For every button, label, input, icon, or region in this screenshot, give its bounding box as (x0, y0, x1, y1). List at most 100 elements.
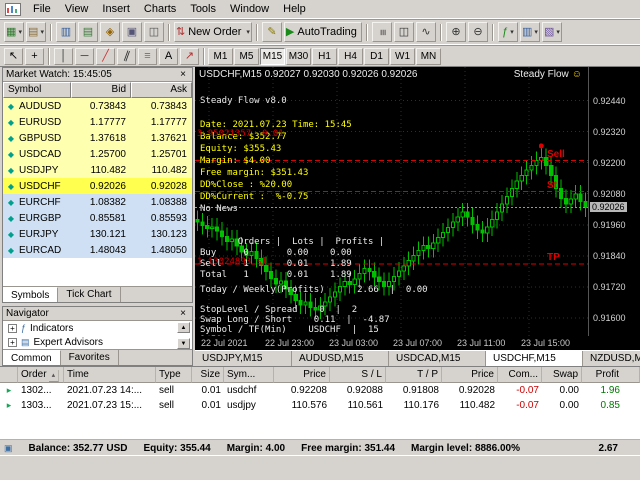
chart-candles-button[interactable]: ◫ (393, 22, 414, 42)
time-axis[interactable]: 22 Jul 2021 22 Jul 23:00 23 Jul 03:00 23 Ju… (195, 336, 640, 350)
new-chart-button[interactable]: ▦ ▾ (4, 22, 24, 42)
market-watch-row-eurjpy[interactable]: ◆ EURJPY 130.121 130.123 (3, 226, 192, 242)
market-watch-row-eurchf[interactable]: ◆ EURCHF 1.08382 1.08388 (3, 194, 192, 210)
market-watch-row-eurgbp[interactable]: ◆ EURGBP 0.85581 0.85593 (3, 210, 192, 226)
timeframe-m15-button[interactable]: M15 (260, 47, 285, 65)
new-order-button[interactable]: ⇅ New Order ▾ (174, 22, 252, 42)
terminal-button[interactable]: ▣ (122, 22, 142, 42)
market-watch-button[interactable]: ▥ (56, 22, 76, 42)
expander-icon[interactable]: + (8, 337, 17, 347)
timeframe-w1-button[interactable]: W1 (390, 47, 415, 65)
column-header-price[interactable]: Price (442, 367, 498, 383)
profiles-button[interactable]: ▤ ▾ (26, 22, 46, 42)
data-window-button[interactable]: ▤ (78, 22, 98, 42)
timeframe-d1-button[interactable]: D1 (364, 47, 389, 65)
chart-tab-nzdusd-m15[interactable]: NZDUSD,M15 (583, 351, 640, 366)
column-header-ask[interactable]: Ask (131, 82, 192, 98)
chart-bars-button[interactable]: ≡ (371, 22, 392, 42)
market-watch-row-gbpusd[interactable]: ◆ GBPUSD 1.37618 1.37621 (3, 130, 192, 146)
column-header-com[interactable]: Com... (498, 367, 542, 383)
close-icon[interactable]: × (177, 308, 189, 319)
market-watch-row-audusd[interactable]: ◆ AUDUSD 0.73843 0.73843 (3, 98, 192, 114)
menu-tools[interactable]: Tools (183, 1, 223, 17)
menu-insert[interactable]: Insert (95, 1, 137, 17)
navigator-tree: + ƒ Indicators + ▤ Expert Advisors (3, 321, 192, 349)
templates-button[interactable]: ▧ ▾ (541, 22, 562, 42)
navigator-tab-common[interactable]: Common (3, 350, 61, 365)
expander-icon[interactable]: + (8, 323, 17, 333)
text-button[interactable]: A (159, 47, 178, 65)
timeframe-m1-button[interactable]: M1 (208, 47, 233, 65)
menu-help[interactable]: Help (276, 1, 313, 17)
equidistant-channel-button[interactable]: ∥ (117, 47, 136, 65)
menu-file[interactable]: File (26, 1, 58, 17)
column-header-icon[interactable] (0, 367, 18, 383)
navigator-item-expert-advisors[interactable]: + ▤ Expert Advisors (3, 335, 192, 349)
trade-row-1302[interactable]: ▸ 1302... 2021.07.23 14:... sell 0.01 usdchf 0… (0, 383, 640, 398)
chart-tab-usdchf-m15[interactable]: USDCHF,M15 (486, 351, 583, 366)
market-watch-row-eurusd[interactable]: ◆ EURUSD 1.17777 1.17777 (3, 114, 192, 130)
zoom-out-button[interactable]: ⊖ (467, 22, 488, 42)
timeframe-h1-button[interactable]: H1 (312, 47, 337, 65)
market-watch-row-usdchf[interactable]: ◆ USDCHF 0.92026 0.92028 (3, 178, 192, 194)
price-scale-tick: 0.91600 (593, 312, 626, 323)
column-header-price[interactable]: Price (274, 367, 330, 383)
menu-charts[interactable]: Charts (137, 1, 183, 17)
indicators-icon: ƒ (502, 25, 509, 38)
market-watch-row-usdjpy[interactable]: ◆ USDJPY 110.482 110.482 (3, 162, 192, 178)
navigator-tab-favorites[interactable]: Favorites (61, 350, 119, 365)
column-header-symbol[interactable]: Symbol (3, 82, 71, 98)
timeframe-m5-button[interactable]: M5 (234, 47, 259, 65)
autotrading-button[interactable]: ▶ AutoTrading (283, 22, 362, 42)
periods-button[interactable]: ▥ ▾ (519, 22, 540, 42)
metaeditor-button[interactable]: ✎ (261, 22, 282, 42)
fibonacci-button[interactable]: ≡ (138, 47, 157, 65)
chart-area[interactable]: 0.92026 0.92440 0.92320 0.92200 0.92080 0.91… (195, 67, 640, 350)
timeframe-m30-button[interactable]: M30 (286, 47, 311, 65)
column-header-sym[interactable]: Sym... (224, 367, 274, 383)
chart-tab-audusd-m15[interactable]: AUDUSD,M15 (292, 351, 389, 366)
scroll-down-button[interactable]: ▼ (177, 338, 190, 349)
column-header-profit[interactable]: Profit (582, 367, 640, 383)
timeframe-h4-button[interactable]: H4 (338, 47, 363, 65)
arrows-button[interactable]: ↗ (180, 47, 199, 65)
column-header-size[interactable]: Size (192, 367, 224, 383)
cursor-button[interactable]: ↖ (4, 47, 23, 65)
timeframe-mn-button[interactable]: MN (416, 47, 441, 65)
horizontal-line-button[interactable]: ─ (75, 47, 94, 65)
take-profit: 0.91808 (402, 385, 439, 396)
column-header-swap[interactable]: Swap (542, 367, 582, 383)
market-watch-row-usdcad[interactable]: ◆ USDCAD 1.25700 1.25701 (3, 146, 192, 162)
ea-info-line: Steady Flow v8.0 (200, 96, 287, 106)
column-header-type[interactable]: Type (156, 367, 192, 383)
stop-level-label: St (547, 179, 557, 191)
indicators-button[interactable]: ƒ ▾ (497, 22, 518, 42)
strategy-tester-button[interactable]: ◫ (144, 22, 164, 42)
trade-row-1303[interactable]: ▸ 1303... 2021.07.23 15:... sell 0.01 usdjpy 1… (0, 398, 640, 413)
navigator-item-indicators[interactable]: + ƒ Indicators (3, 321, 192, 335)
vertical-line-button[interactable]: │ (54, 47, 73, 65)
market-watch-row-eurcad[interactable]: ◆ EURCAD 1.48043 1.48050 (3, 242, 192, 258)
chart-line-button[interactable]: ∿ (415, 22, 436, 42)
menu-window[interactable]: Window (223, 1, 276, 17)
trend-line-button[interactable]: ╱ (96, 47, 115, 65)
navigator-button[interactable]: ◈ (100, 22, 120, 42)
market-watch-tab-tick-chart[interactable]: Tick Chart (58, 287, 121, 302)
order-time: 2021.07.23 14:... (67, 385, 143, 396)
crosshair-button[interactable]: + (25, 47, 44, 65)
menu-view[interactable]: View (58, 1, 96, 17)
column-header-time[interactable]: Time (64, 367, 156, 383)
account-summary-row: ▣ Balance: 352.77 USD Equity: 355.44 Margi… (0, 439, 640, 456)
chart-tab-usdcad-m15[interactable]: USDCAD,M15 (389, 351, 486, 366)
column-header-s-l[interactable]: S / L (330, 367, 386, 383)
zoom-in-button[interactable]: ⊕ (445, 22, 466, 42)
column-header-order[interactable]: Order ▴ (18, 367, 64, 383)
close-icon[interactable]: × (177, 69, 189, 80)
time-axis-label: 23 Jul 07:00 (393, 338, 443, 348)
chart-tab-usdjpy-m15[interactable]: USDJPY,M15 (195, 351, 292, 366)
scroll-up-button[interactable]: ▲ (177, 322, 190, 333)
price-scale[interactable]: 0.92026 0.92440 0.92320 0.92200 0.92080 0.91… (588, 67, 640, 336)
market-watch-tab-symbols[interactable]: Symbols (3, 287, 59, 302)
column-header-t-p[interactable]: T / P (386, 367, 442, 383)
column-header-bid[interactable]: Bid (71, 82, 131, 98)
